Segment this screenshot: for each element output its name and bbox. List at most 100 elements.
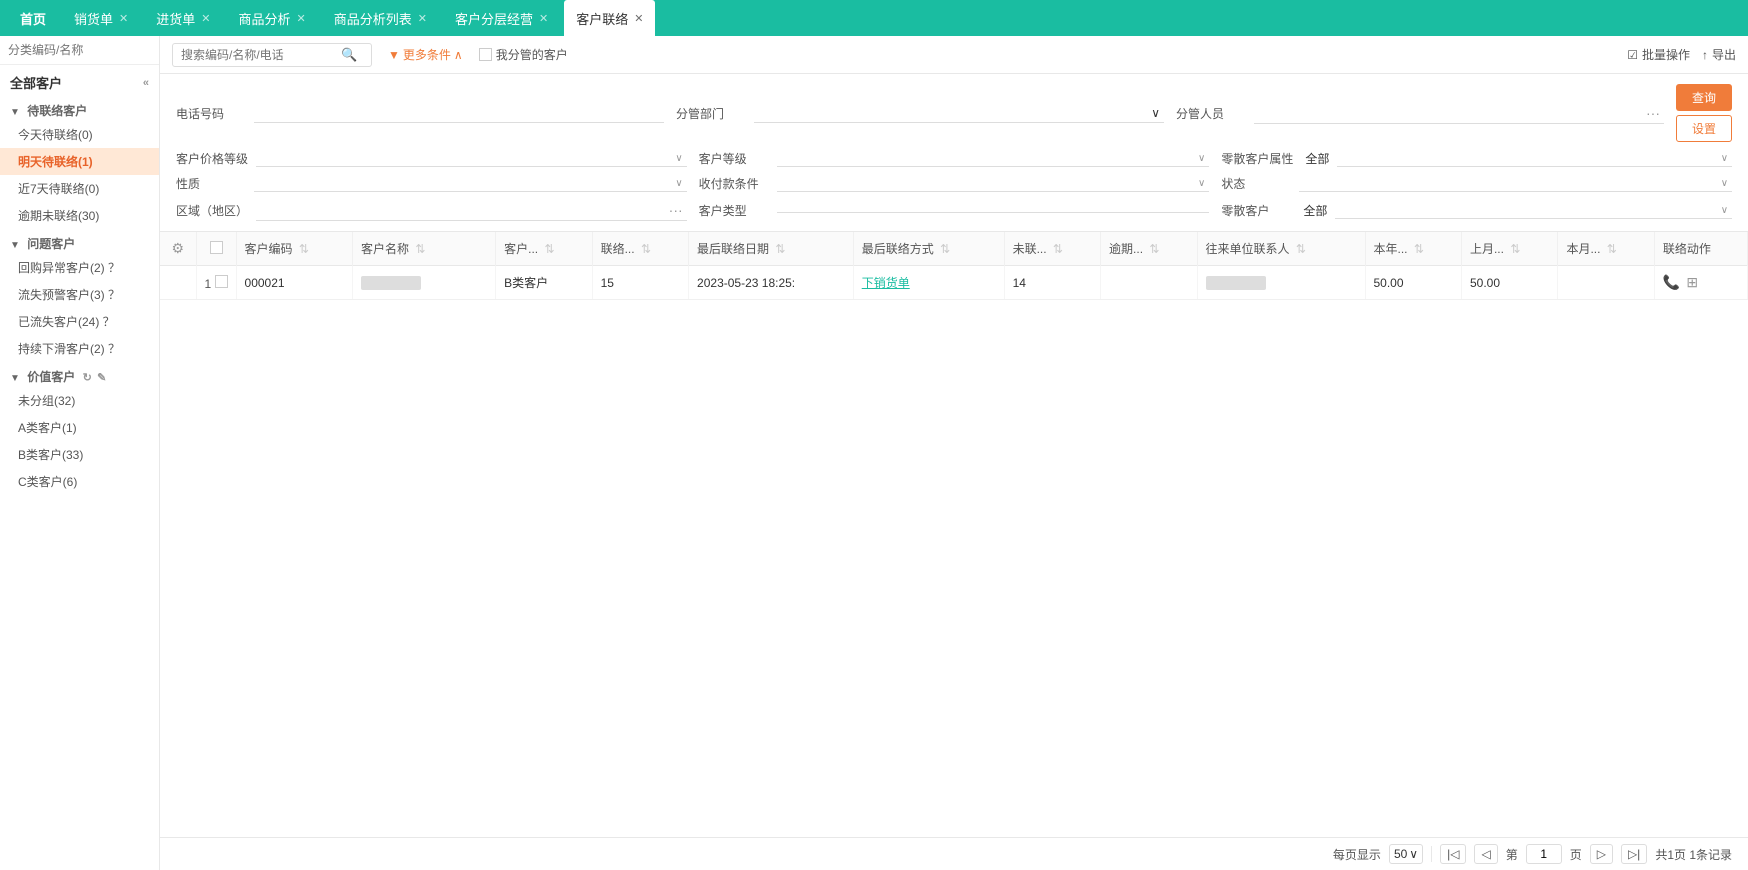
batch-operation-button[interactable]: ☑ 批量操作	[1627, 46, 1690, 63]
query-button[interactable]: 查询	[1676, 84, 1732, 111]
more-filter-button[interactable]: ▼ 更多条件 ∧	[380, 42, 471, 67]
filter-person-field: 分管人员 ···	[1176, 103, 1664, 124]
batch-op-label: 批量操作	[1642, 46, 1690, 63]
row-last-month-cell: 50.00	[1461, 266, 1557, 300]
row-last-month: 50.00	[1470, 276, 1500, 290]
nav-home[interactable]: 首页	[8, 0, 58, 36]
page-size-value: 50	[1394, 847, 1407, 861]
prev-page-button[interactable]: ◁	[1474, 844, 1497, 864]
filter-dept-select[interactable]: ∨	[754, 104, 1164, 123]
row-action-menu-icon[interactable]: ⊞	[1686, 274, 1698, 291]
nav-customer-contact-label: 客户联络	[576, 9, 628, 28]
table-select-all-checkbox[interactable]	[210, 241, 223, 254]
sidebar-search-area: 🔍	[0, 36, 159, 65]
filter-customer-type-field: 客户类型	[699, 202, 1210, 219]
sidebar-all-customers[interactable]: 全部客户 «	[0, 65, 159, 96]
col-header-current-year[interactable]: 本年... ⇅	[1365, 232, 1461, 266]
sidebar-search-input[interactable]	[8, 43, 160, 57]
group-triangle-icon-3: ▼	[10, 373, 20, 384]
nav-customer-tier-close[interactable]: ✕	[539, 12, 548, 25]
nav-customer-contact-close[interactable]: ✕	[634, 12, 643, 25]
col-header-last-contact-method[interactable]: 最后联络方式 ⇅	[853, 232, 1004, 266]
sidebar-item-declining[interactable]: 持续下滑客户(2) ？	[0, 335, 159, 362]
value-group-edit-icon[interactable]: ✎	[97, 372, 106, 384]
nav-customer-tier[interactable]: 客户分层经营 ✕	[443, 0, 560, 36]
main-search-input[interactable]	[181, 48, 341, 62]
filter-status-select[interactable]: ∨	[1299, 176, 1732, 192]
nav-sales-close[interactable]: ✕	[119, 12, 128, 25]
sidebar-item-ungrouped[interactable]: 未分组(32)	[0, 387, 159, 414]
nav-goods-list[interactable]: 商品分析列表 ✕	[322, 0, 439, 36]
row-overdue-cell	[1101, 266, 1197, 300]
nav-goods-list-close[interactable]: ✕	[418, 12, 427, 25]
value-group-refresh-icon[interactable]: ↻	[83, 372, 92, 384]
filter-customer-level-select[interactable]: ∨	[777, 151, 1210, 167]
table-settings-gear-icon[interactable]: ⚙	[171, 240, 184, 256]
filter-price-level-select[interactable]: ∨	[256, 151, 687, 167]
sidebar-item-churn-warning[interactable]: 流失预警客户(3) ？	[0, 281, 159, 308]
settings-button[interactable]: 设置	[1676, 115, 1732, 142]
page-size-arrow-icon: ∨	[1409, 847, 1418, 861]
sidebar-item-class-c[interactable]: C类客户(6)	[0, 468, 159, 495]
filter-person-dots-icon[interactable]: ···	[1646, 105, 1660, 121]
col-header-contact-count[interactable]: 联络... ⇅	[592, 232, 688, 266]
filter-nature-select[interactable]: ∨	[254, 176, 687, 192]
export-button[interactable]: ↑ 导出	[1702, 46, 1736, 63]
filter-customer-type-select[interactable]	[777, 208, 1210, 213]
sidebar-item-7days-contact[interactable]: 近7天待联络(0)	[0, 175, 159, 202]
main-search-icon[interactable]: 🔍	[341, 47, 357, 63]
filter-region-select[interactable]: ···	[256, 200, 687, 221]
col-header-overdue[interactable]: 逾期... ⇅	[1101, 232, 1197, 266]
filter-status-label: 状态	[1221, 175, 1291, 192]
col-header-contact-person[interactable]: 往来单位联系人 ⇅	[1197, 232, 1365, 266]
first-page-button[interactable]: |◁	[1440, 844, 1466, 864]
page-size-label: 每页显示	[1333, 846, 1381, 863]
sidebar-item-churned[interactable]: 已流失客户(24) ？	[0, 308, 159, 335]
filter-phone-input[interactable]	[254, 104, 664, 123]
row-last-contact-method[interactable]: 下销货单	[862, 276, 910, 290]
nav-goods-analysis-close[interactable]: ✕	[297, 12, 306, 25]
sidebar-item-today-contact[interactable]: 今天待联络(0)	[0, 121, 159, 148]
filter-person-select[interactable]: ···	[1254, 103, 1664, 124]
my-customer-checkbox[interactable]	[479, 48, 492, 61]
sidebar-group-value: ▼ 价值客户 ↻ ✎	[0, 362, 159, 387]
filter-retail-customer-select[interactable]: ∨	[1335, 203, 1732, 219]
nav-goods-analysis[interactable]: 商品分析 ✕	[226, 0, 317, 36]
filter-phone-field: 电话号码	[176, 104, 664, 123]
sidebar-collapse-icon: «	[143, 77, 149, 89]
sort-last-month-icon: ⇅	[1510, 242, 1520, 256]
sidebar-item-class-a[interactable]: A类客户(1)	[0, 414, 159, 441]
sidebar-item-class-b[interactable]: B类客户(33)	[0, 441, 159, 468]
row-current-month-cell	[1558, 266, 1654, 300]
col-header-last-month[interactable]: 上月... ⇅	[1461, 232, 1557, 266]
nav-customer-contact[interactable]: 客户联络 ✕	[564, 0, 655, 36]
col-header-name[interactable]: 客户名称 ⇅	[353, 232, 496, 266]
col-header-code[interactable]: 客户编码 ⇅	[236, 232, 353, 266]
filter-retail-customer-value: 全部	[1303, 202, 1327, 219]
sidebar-item-tomorrow-contact[interactable]: 明天待联络(1)	[0, 148, 159, 175]
nav-home-label: 首页	[20, 9, 46, 28]
my-customer-checkbox-area[interactable]: 我分管的客户	[479, 46, 568, 63]
page-number-input[interactable]	[1526, 844, 1562, 864]
col-header-no-contact[interactable]: 未联... ⇅	[1004, 232, 1100, 266]
filter-region-dots-icon[interactable]: ···	[669, 202, 683, 218]
filter-payment-select[interactable]: ∨	[777, 176, 1210, 192]
nav-purchase[interactable]: 进货单 ✕	[144, 0, 222, 36]
sidebar-item-repurchase-anomaly[interactable]: 回购异常客户(2) ？	[0, 254, 159, 281]
col-header-current-month[interactable]: 本月... ⇅	[1558, 232, 1654, 266]
col-header-last-contact-date[interactable]: 最后联络日期 ⇅	[689, 232, 854, 266]
next-page-button[interactable]: ▷	[1590, 844, 1613, 864]
nav-sales[interactable]: 销货单 ✕	[62, 0, 140, 36]
page-size-select[interactable]: 50 ∨	[1389, 844, 1423, 864]
col-header-customer-type[interactable]: 客户... ⇅	[496, 232, 592, 266]
sidebar-item-overdue-contact[interactable]: 逾期未联络(30)	[0, 202, 159, 229]
row-checkbox[interactable]	[215, 275, 228, 288]
filter-retail-customer-field: 零散客户 全部 ∨	[1221, 202, 1732, 219]
last-page-button[interactable]: ▷|	[1621, 844, 1647, 864]
filter-retail-attr-select[interactable]: ∨	[1337, 151, 1732, 167]
filter-dept-arrow-icon: ∨	[1151, 106, 1160, 120]
filter-person-label: 分管人员	[1176, 105, 1246, 122]
nav-purchase-close[interactable]: ✕	[201, 12, 210, 25]
row-action-phone-icon[interactable]: 📞	[1663, 274, 1680, 291]
table-row: 1 000021 B类客户 15	[160, 266, 1748, 300]
